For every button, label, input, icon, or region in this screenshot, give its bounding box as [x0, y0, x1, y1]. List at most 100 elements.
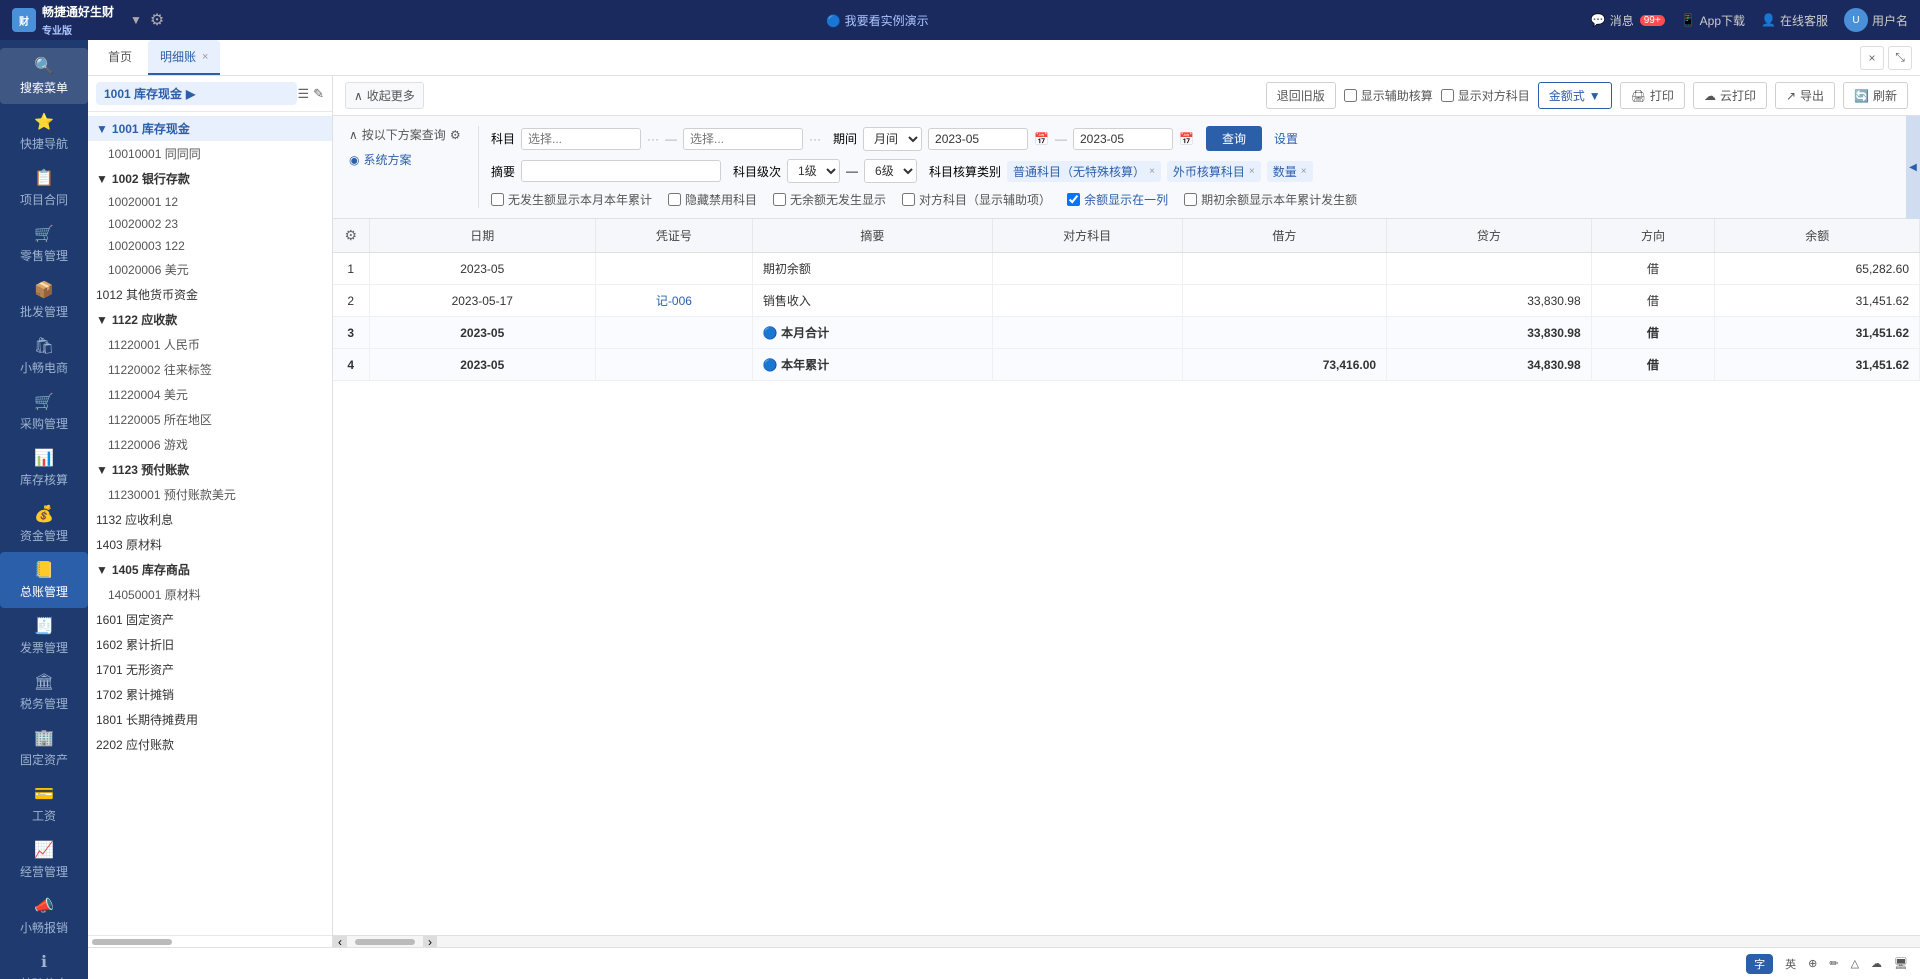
tree-item-11220002[interactable]: 11220002 往来标签 — [88, 357, 332, 382]
period-to-calendar-icon[interactable]: 📅 — [1179, 132, 1194, 146]
expand-more-btn[interactable]: ∧ 收起更多 — [345, 82, 424, 109]
checkbox-hide-disabled[interactable]: 隐藏禁用科目 — [668, 191, 757, 208]
tree-view-icon[interactable]: ✎ — [313, 86, 324, 102]
tree-item-1601[interactable]: 1601 固定资产 — [88, 607, 332, 632]
bottom-scrollbar[interactable]: ‹ › — [333, 935, 1920, 947]
online-service-btn[interactable]: 👤 在线客服 — [1761, 12, 1828, 29]
tree-item-1001[interactable]: ▼ 1001 库存现金 — [88, 116, 332, 141]
checkbox-period-balance[interactable]: 期初余额显示本年累计发生额 — [1184, 191, 1357, 208]
settings-circle-icon[interactable]: ⚙ — [450, 128, 461, 142]
cloud-print-btn[interactable]: ☁ 云打印 — [1693, 82, 1767, 109]
tree-item-1405[interactable]: ▼ 1405 库存商品 — [88, 557, 332, 582]
sidebar-item-fund-mgmt[interactable]: 💰 资金管理 — [0, 496, 88, 552]
tree-item-11220006[interactable]: 11220006 游戏 — [88, 432, 332, 457]
scroll-left-btn[interactable]: ‹ — [333, 936, 347, 947]
sidebar-item-general-ledger[interactable]: 📒 总账管理 — [0, 552, 88, 608]
tree-item-1403[interactable]: 1403 原材料 — [88, 532, 332, 557]
summary-input[interactable] — [521, 160, 721, 182]
tree-item-1801[interactable]: 1801 长期待摊费用 — [88, 707, 332, 732]
period-from-input[interactable] — [928, 128, 1028, 150]
subject-level-from-select[interactable]: 1级 — [787, 159, 840, 183]
tag-quantity[interactable]: 数量 × — [1267, 161, 1313, 182]
tag-common-subject[interactable]: 普通科目（无特殊核算） × — [1007, 161, 1161, 182]
sidebar-item-purchase-mgmt[interactable]: 🛒 采购管理 — [0, 384, 88, 440]
sidebar-item-invoice-mgmt[interactable]: 🧾 发票管理 — [0, 608, 88, 664]
period-type-select[interactable]: 月间 — [863, 127, 922, 151]
col-settings[interactable]: ⚙ — [333, 219, 369, 253]
tree-item-14050001[interactable]: 14050001 原材料 — [88, 582, 332, 607]
subject-level-to-select[interactable]: 6级 — [864, 159, 917, 183]
tree-item-10020001[interactable]: 10020001 12 — [88, 191, 332, 213]
checkbox-no-balance-show[interactable]: 无余额无发生显示 — [773, 191, 886, 208]
sidebar-item-xiao-sales[interactable]: 📣 小畅报销 — [0, 888, 88, 944]
tree-item-1012[interactable]: 1012 其他货币资金 — [88, 282, 332, 307]
tree-item-1123[interactable]: ▼ 1123 预付账款 — [88, 457, 332, 482]
sidebar-item-fixed-assets[interactable]: 🏢 固定资产 — [0, 720, 88, 776]
tree-item-2202[interactable]: 2202 应付账款 — [88, 732, 332, 757]
sidebar-item-basic-info[interactable]: ℹ 基础信息 — [0, 944, 88, 979]
sidebar-item-wholesale-mgmt[interactable]: 📦 批发管理 — [0, 272, 88, 328]
subject-input-to[interactable] — [683, 128, 803, 150]
sidebar-item-xiao-ecom[interactable]: 🛍 小畅电商 — [0, 328, 88, 384]
tree-item-10010001[interactable]: 10010001 同同同 — [88, 141, 332, 166]
checkbox-opposite-show[interactable]: 对方科目（显示辅助项） — [902, 191, 1051, 208]
tree-item-1602[interactable]: 1602 累计折旧 — [88, 632, 332, 657]
tree-item-10020003[interactable]: 10020003 122 — [88, 235, 332, 257]
tree-item-10020002[interactable]: 10020002 23 — [88, 213, 332, 235]
tree-item-11230001[interactable]: 11230001 预付账款美元 — [88, 482, 332, 507]
sidebar-item-project-contract[interactable]: 📋 项目合同 — [0, 160, 88, 216]
app-download-btn[interactable]: 📱 App下载 — [1681, 12, 1745, 29]
lang-btn[interactable]: 英 — [1785, 956, 1796, 972]
tree-item-1701[interactable]: 1701 无形资产 — [88, 657, 332, 682]
tree-item-11220001[interactable]: 11220001 人民币 — [88, 332, 332, 357]
amount-format-btn[interactable]: 金额式 ▼ — [1538, 82, 1612, 109]
sidebar-item-tax-mgmt[interactable]: 🏛 税务管理 — [0, 664, 88, 720]
tree-item-1702[interactable]: 1702 累计摊销 — [88, 682, 332, 707]
sidebar-item-quick-nav[interactable]: ⭐ 快捷导航 — [0, 104, 88, 160]
statusbar-icon1[interactable]: ⊕ — [1808, 957, 1817, 970]
tree-item-11220005[interactable]: 11220005 所在地区 — [88, 407, 332, 432]
list-view-icon[interactable]: ☰ — [297, 86, 309, 102]
tree-item-11220004[interactable]: 11220004 美元 — [88, 382, 332, 407]
period-calendar-icon[interactable]: 📅 — [1034, 132, 1049, 146]
tag-close-icon[interactable]: × — [1149, 166, 1155, 177]
export-btn[interactable]: ↗ 导出 — [1775, 82, 1835, 109]
setting-btn[interactable]: 设置 — [1274, 130, 1298, 147]
print-btn[interactable]: 🖨 打印 — [1620, 82, 1685, 109]
scroll-thumb[interactable] — [355, 939, 415, 945]
tab-detail[interactable]: 明细账 × — [148, 40, 220, 75]
settings-icon[interactable]: ⚙ — [150, 10, 164, 30]
tree-item-1132[interactable]: 1132 应收利息 — [88, 507, 332, 532]
sidebar-item-search-menu[interactable]: 🔍 搜索菜单 — [0, 48, 88, 104]
show-opposite-checkbox[interactable]: 显示对方科目 — [1441, 87, 1530, 104]
sidebar-item-payroll[interactable]: 💳 工资 — [0, 776, 88, 832]
sidebar-item-inventory[interactable]: 📊 库存核算 — [0, 440, 88, 496]
query-btn[interactable]: 查询 — [1206, 126, 1262, 151]
statusbar-icon2[interactable]: ✏ — [1829, 957, 1838, 970]
tree-item-10020006[interactable]: 10020006 美元 — [88, 257, 332, 282]
voucher-link[interactable]: 记-006 — [656, 294, 692, 308]
system-plan-btn[interactable]: ◉ 系统方案 — [349, 151, 466, 168]
sidebar-item-ops-mgmt[interactable]: 📈 经营管理 — [0, 832, 88, 888]
show-helper-checkbox[interactable]: 显示辅助核算 — [1344, 87, 1433, 104]
col-settings-icon[interactable]: ⚙ — [344, 227, 357, 243]
tag-close-icon3[interactable]: × — [1301, 166, 1307, 177]
message-btn[interactable]: 💬 消息 99+ — [1591, 12, 1665, 29]
tree-scrollbar[interactable] — [88, 935, 332, 947]
period-to-input[interactable] — [1073, 128, 1173, 150]
statusbar-icon4[interactable]: ☁ — [1871, 957, 1882, 970]
account-selector[interactable]: 1001 库存现金 ▶ — [96, 82, 297, 105]
refresh-btn[interactable]: 🔄 刷新 — [1843, 82, 1908, 109]
translate-btn[interactable]: 字 — [1746, 954, 1773, 974]
subject-input[interactable] — [521, 128, 641, 150]
tabbar-close-btn[interactable]: × — [1860, 46, 1884, 70]
return-old-btn[interactable]: 退回旧版 — [1266, 82, 1336, 109]
sidebar-item-retail-mgmt[interactable]: 🛒 零售管理 — [0, 216, 88, 272]
tree-item-1002[interactable]: ▼ 1002 银行存款 — [88, 166, 332, 191]
scroll-right-btn[interactable]: › — [423, 936, 437, 947]
statusbar-icon3[interactable]: △ — [1851, 957, 1859, 970]
tag-close-icon2[interactable]: × — [1249, 166, 1255, 177]
user-area[interactable]: U 用户名 — [1844, 8, 1908, 32]
tab-close-icon[interactable]: × — [202, 51, 208, 63]
demo-link[interactable]: 🔵 我要看实例演示 — [826, 12, 928, 29]
